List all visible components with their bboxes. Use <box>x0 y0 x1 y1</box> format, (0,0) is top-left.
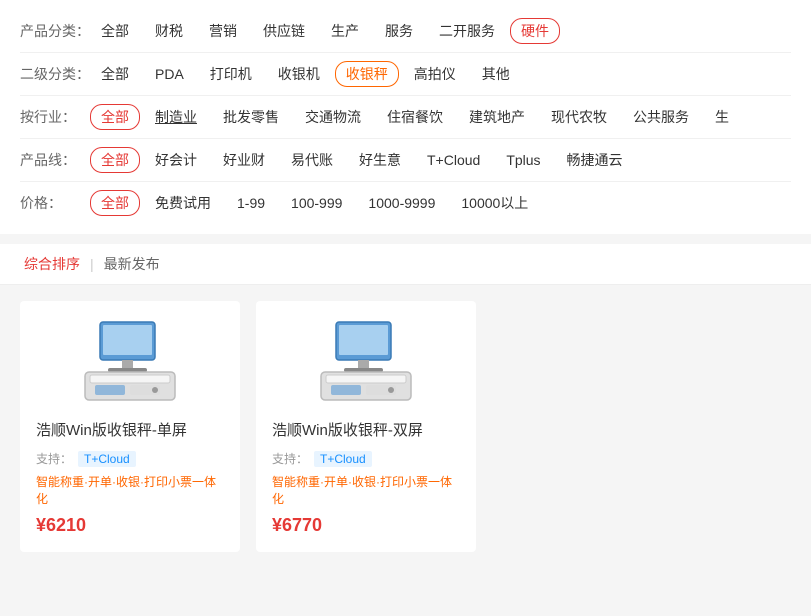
product-support-2: 支持： T+Cloud <box>272 450 372 467</box>
product-image-1 <box>36 317 224 407</box>
sort-divider: | <box>90 256 94 272</box>
category-label: 产品分类： <box>20 21 90 41</box>
price-1000-9999[interactable]: 1000-9999 <box>357 192 446 214</box>
support-label-1: 支持： <box>36 450 72 467</box>
sub-all[interactable]: 全部 <box>90 61 140 87</box>
cat-service[interactable]: 服务 <box>374 18 424 44</box>
cat-all[interactable]: 全部 <box>90 18 140 44</box>
cat-supply[interactable]: 供应链 <box>252 18 316 44</box>
product-line-items: 全部 好会计 好业财 易代账 好生意 T+Cloud Tplus 畅捷通云 <box>90 147 634 173</box>
product-price-1: ¥6210 <box>36 515 86 536</box>
ind-public[interactable]: 公共服务 <box>622 104 700 130</box>
sub-highcam[interactable]: 高拍仪 <box>403 61 467 87</box>
price-100-999[interactable]: 100-999 <box>280 192 353 214</box>
pl-good-accounting[interactable]: 好会计 <box>144 147 208 173</box>
product-support-1: 支持： T+Cloud <box>36 450 136 467</box>
industry-label: 按行业： <box>20 107 90 127</box>
price-1-99[interactable]: 1-99 <box>226 192 276 214</box>
sub-scale[interactable]: 收银秤 <box>335 61 399 87</box>
price-10000plus[interactable]: 10000以上 <box>450 190 539 216</box>
ind-hospitality[interactable]: 住宿餐饮 <box>376 104 454 130</box>
sort-latest[interactable]: 最新发布 <box>100 252 164 276</box>
subcategory-items: 全部 PDA 打印机 收银机 收银秤 高拍仪 其他 <box>90 61 521 87</box>
price-items: 全部 免费试用 1-99 100-999 1000-9999 10000以上 <box>90 190 539 216</box>
ind-manufacturing[interactable]: 制造业 <box>144 104 208 130</box>
pl-easy-account[interactable]: 易代账 <box>280 147 344 173</box>
ind-agriculture[interactable]: 现代农牧 <box>540 104 618 130</box>
ind-construction[interactable]: 建筑地产 <box>458 104 536 130</box>
pl-tplus[interactable]: Tplus <box>495 149 551 171</box>
sub-cashier[interactable]: 收银机 <box>267 61 331 87</box>
pl-good-finance[interactable]: 好业财 <box>212 147 276 173</box>
cat-production[interactable]: 生产 <box>320 18 370 44</box>
sort-comprehensive[interactable]: 综合排序 <box>20 252 84 276</box>
support-tag-1: T+Cloud <box>78 451 136 467</box>
product-line-label: 产品线： <box>20 150 90 170</box>
subcategory-label: 二级分类： <box>20 64 90 84</box>
cat-marketing[interactable]: 营销 <box>198 18 248 44</box>
filter-section: 产品分类： 全部 财税 营销 供应链 生产 服务 二开服务 硬件 二级分类： 全… <box>0 0 811 234</box>
support-tag-2: T+Cloud <box>314 451 372 467</box>
category-items: 全部 财税 营销 供应链 生产 服务 二开服务 硬件 <box>90 18 560 44</box>
industry-items: 全部 制造业 批发零售 交通物流 住宿餐饮 建筑地产 现代农牧 公共服务 生 <box>90 104 740 130</box>
price-row: 价格： 全部 免费试用 1-99 100-999 1000-9999 10000… <box>20 182 791 224</box>
ind-transport[interactable]: 交通物流 <box>294 104 372 130</box>
product-price-2: ¥6770 <box>272 515 322 536</box>
pl-changjie[interactable]: 畅捷通云 <box>556 147 634 173</box>
cat-open[interactable]: 二开服务 <box>428 18 506 44</box>
category-row: 产品分类： 全部 财税 营销 供应链 生产 服务 二开服务 硬件 <box>20 10 791 53</box>
ind-wholesale[interactable]: 批发零售 <box>212 104 290 130</box>
price-label: 价格： <box>20 193 90 213</box>
cat-hardware[interactable]: 硬件 <box>510 18 560 44</box>
price-free[interactable]: 免费试用 <box>144 190 222 216</box>
product-grid: 浩顺Win版收银秤-单屏 支持： T+Cloud 智能称重·开单·收银·打印小票… <box>0 285 811 568</box>
support-label-2: 支持： <box>272 450 308 467</box>
ind-bio[interactable]: 生 <box>704 104 740 130</box>
product-name-1: 浩顺Win版收银秤-单屏 <box>36 419 187 440</box>
ind-all[interactable]: 全部 <box>90 104 140 130</box>
product-line-row: 产品线： 全部 好会计 好业财 易代账 好生意 T+Cloud Tplus 畅捷… <box>20 139 791 182</box>
sub-pda[interactable]: PDA <box>144 63 195 85</box>
price-all[interactable]: 全部 <box>90 190 140 216</box>
product-name-2: 浩顺Win版收银秤-双屏 <box>272 419 423 440</box>
sub-other[interactable]: 其他 <box>471 61 521 87</box>
product-image-2 <box>272 317 460 407</box>
sort-bar: 综合排序 | 最新发布 <box>0 244 811 285</box>
cat-tax[interactable]: 财税 <box>144 18 194 44</box>
product-desc-2: 智能称重·开单·收银·打印小票一体化 <box>272 473 460 507</box>
sub-printer[interactable]: 打印机 <box>199 61 263 87</box>
pl-all[interactable]: 全部 <box>90 147 140 173</box>
pl-good-business[interactable]: 好生意 <box>348 147 412 173</box>
subcategory-row: 二级分类： 全部 PDA 打印机 收银机 收银秤 高拍仪 其他 <box>20 53 791 96</box>
product-card-2[interactable]: 浩顺Win版收银秤-双屏 支持： T+Cloud 智能称重·开单·收银·打印小票… <box>256 301 476 552</box>
product-card-1[interactable]: 浩顺Win版收银秤-单屏 支持： T+Cloud 智能称重·开单·收银·打印小票… <box>20 301 240 552</box>
pl-tcloud[interactable]: T+Cloud <box>416 149 491 171</box>
product-desc-1: 智能称重·开单·收银·打印小票一体化 <box>36 473 224 507</box>
industry-row: 按行业： 全部 制造业 批发零售 交通物流 住宿餐饮 建筑地产 现代农牧 公共服… <box>20 96 791 139</box>
